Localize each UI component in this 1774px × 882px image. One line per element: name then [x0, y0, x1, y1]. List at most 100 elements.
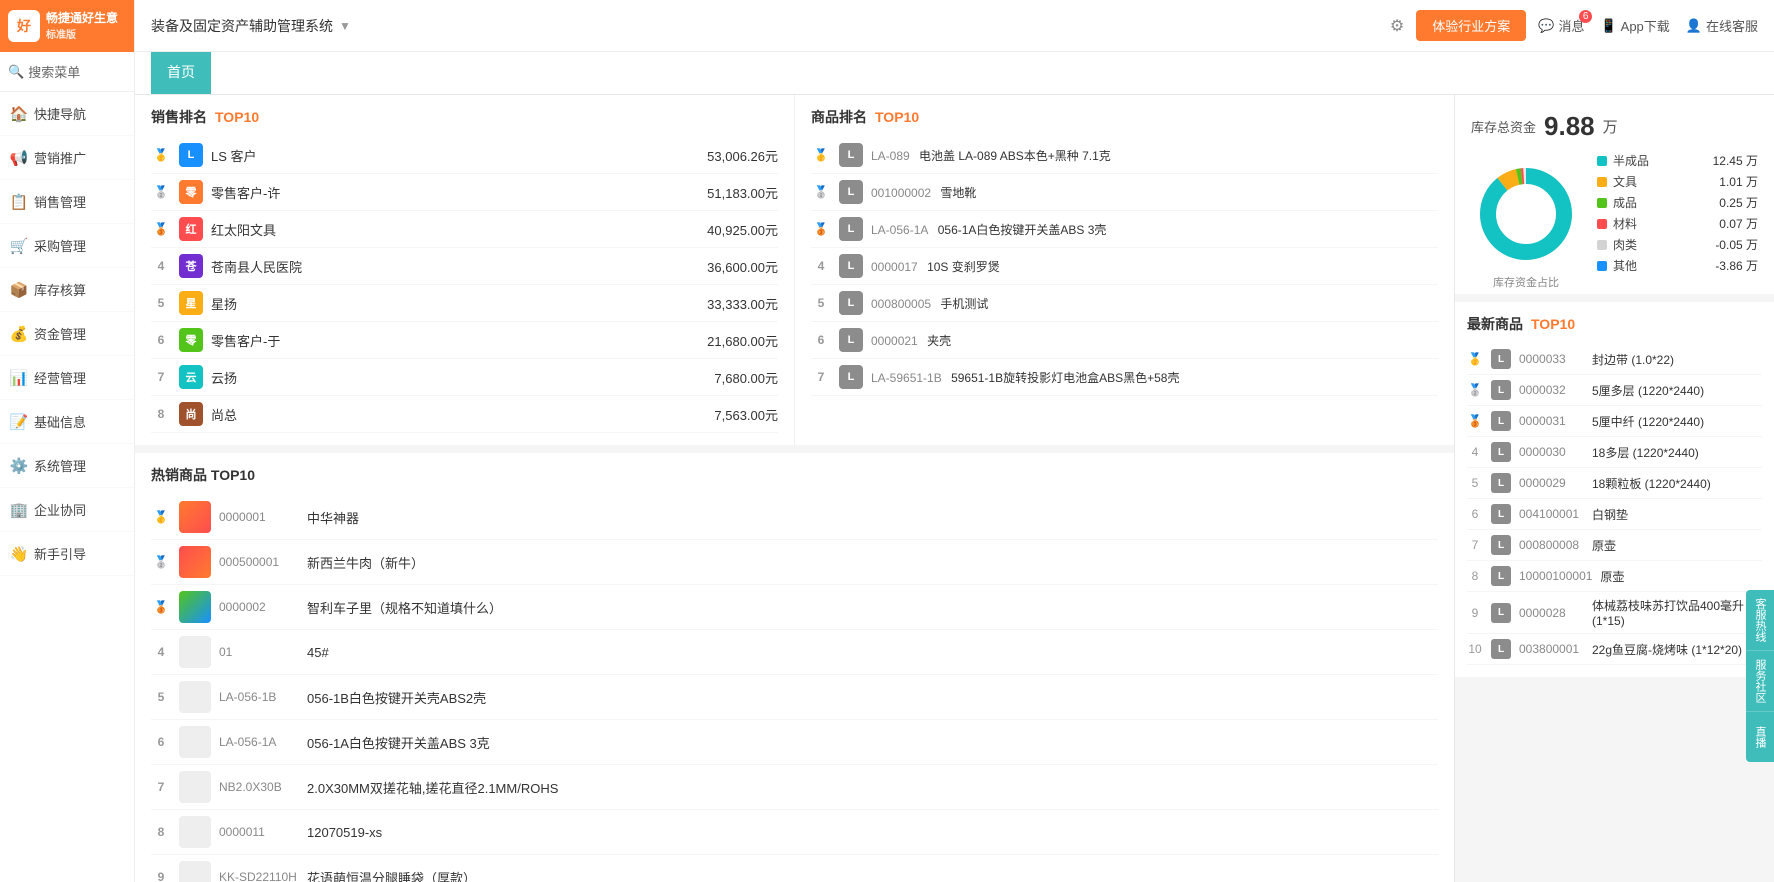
- product-thumbnail: [179, 861, 211, 882]
- content-area: 销售排名 TOP10 🥇 L LS 客户 53,006.26元 🥈 零 零售客户…: [135, 95, 1774, 882]
- inventory-card: 库存总资金 9.88 万: [1455, 95, 1774, 294]
- product-thumbnail: [179, 816, 211, 848]
- legend-item: 成品 0.25 万: [1597, 194, 1758, 211]
- product-rank-item: 5 L 000800005 手机测试: [811, 285, 1438, 322]
- product-rank-item: 7 L LA-59651-1B 59651-1B旋转投影灯电池盒ABS黑色+58…: [811, 359, 1438, 396]
- online-service-button[interactable]: 👤 在线客服: [1686, 16, 1758, 35]
- hot-product-item: 4 01 45#: [151, 630, 1438, 675]
- sidebar-item-basic[interactable]: 📝 基础信息: [0, 400, 134, 444]
- donut-chart: 库存资金占比: [1471, 159, 1581, 272]
- sidebar-item-marketing[interactable]: 📢 营销推广: [0, 136, 134, 180]
- new-product-item: 🥉 L 0000031 5厘中纤 (1220*2440): [1467, 406, 1762, 437]
- product-thumbnail: [179, 546, 211, 578]
- middle-section: 销售排名 TOP10 🥇 L LS 客户 53,006.26元 🥈 零 零售客户…: [135, 95, 1454, 882]
- product-rank-item: 🥉 L LA-056-1A 056-1A白色按键开关盖ABS 3壳: [811, 211, 1438, 248]
- rank-item: 4 苍 苍南县人民医院 36,600.00元: [151, 248, 778, 285]
- message-icon: 💬: [1538, 18, 1554, 34]
- system-name-label: 装备及固定资产辅助管理系统 ▼: [151, 16, 1378, 36]
- hot-product-item: 🥉 0000002 智利车子里（规格不知道填什么）: [151, 585, 1438, 630]
- settings-icon[interactable]: ⚙: [1390, 16, 1404, 36]
- hot-product-item: 9 KK-SD22110H 花语萌恒温分腿睡袋（厚款）: [151, 855, 1438, 882]
- right-panel: 库存总资金 9.88 万: [1454, 95, 1774, 882]
- inventory-legend: 半成品 12.45 万 文具 1.01 万 成品 0.25 万: [1597, 152, 1758, 278]
- message-badge: 6: [1579, 10, 1593, 23]
- chart-label: 库存资金占比: [1493, 274, 1559, 290]
- rank-item: 5 星 星扬 33,333.00元: [151, 285, 778, 322]
- new-product-item: 5 L 0000029 18颗粒板 (1220*2440): [1467, 468, 1762, 499]
- finance-icon: 💰: [10, 325, 28, 343]
- topbar: 装备及固定资产辅助管理系统 ▼ ⚙ 体验行业方案 💬 消息 6 📱 App下载 …: [135, 0, 1774, 52]
- product-rank-item: 🥇 L LA-089 电池盖 LA-089 ABS本色+黑种 7.1克: [811, 137, 1438, 174]
- sidebar-item-sales[interactable]: 📋 销售管理: [0, 180, 134, 224]
- hot-product-item: 6 LA-056-1A 056-1A白色按键开关盖ABS 3克: [151, 720, 1438, 765]
- donut-chart-section: 库存资金占比 半成品 12.45 万 文具 1.01 万: [1471, 152, 1758, 278]
- hot-product-item: 🥇 0000001 中华神器: [151, 495, 1438, 540]
- new-product-item: 🥇 L 0000033 封边带 (1.0*22): [1467, 344, 1762, 375]
- product-ranking-card: 商品排名 TOP10 🥇 L LA-089 电池盖 LA-089 ABS本色+黑…: [795, 95, 1454, 445]
- product-thumbnail: [179, 726, 211, 758]
- sidebar-item-operations[interactable]: 📊 经营管理: [0, 356, 134, 400]
- enterprise-icon: 🏢: [10, 501, 28, 519]
- marketing-icon: 📢: [10, 149, 28, 167]
- product-rank-item: 4 L 0000017 10S 变刹罗煲: [811, 248, 1438, 285]
- message-button[interactable]: 💬 消息 6: [1538, 16, 1584, 35]
- basic-icon: 📝: [10, 413, 28, 431]
- hot-product-item: 8 0000011 12070519-xs: [151, 810, 1438, 855]
- sidebar-item-quick-nav[interactable]: 🏠 快捷导航: [0, 92, 134, 136]
- float-community[interactable]: 服务社区: [1746, 651, 1774, 712]
- product-thumbnail: [179, 636, 211, 668]
- app-name: 畅捷通好生意: [46, 11, 118, 27]
- product-thumbnail: [179, 501, 211, 533]
- product-rank-item: 6 L 0000021 夹壳: [811, 322, 1438, 359]
- legend-item: 其他 -3.86 万: [1597, 257, 1758, 274]
- hot-product-item: 🥈 000500001 新西兰牛肉（新牛）: [151, 540, 1438, 585]
- trial-button[interactable]: 体验行业方案: [1416, 10, 1526, 41]
- new-product-item: 7 L 000800008 原壶: [1467, 530, 1762, 561]
- new-product-item: 10 L 003800001 22g鱼豆腐-烧烤味 (1*12*20): [1467, 634, 1762, 665]
- rank-item: 8 尚 尚总 7,563.00元: [151, 396, 778, 433]
- mobile-icon: 📱: [1600, 18, 1616, 34]
- legend-item: 半成品 12.45 万: [1597, 152, 1758, 169]
- product-thumbnail: [179, 771, 211, 803]
- service-icon: 👤: [1686, 18, 1702, 34]
- legend-item: 肉类 -0.05 万: [1597, 236, 1758, 253]
- new-product-item: 9 L 0000028 体械荔枝味苏打饮品400毫升 (1*15): [1467, 592, 1762, 634]
- guide-icon: 👋: [10, 545, 28, 563]
- sidebar: 好 畅捷通好生意 标准版 🔍 搜索菜单 🏠 快捷导航 📢 营销推广 📋 销售管理…: [0, 0, 135, 882]
- sidebar-item-enterprise[interactable]: 🏢 企业协同: [0, 488, 134, 532]
- sidebar-item-finance[interactable]: 💰 资金管理: [0, 312, 134, 356]
- purchase-icon: 🛒: [10, 237, 28, 255]
- system-icon: ⚙️: [10, 457, 28, 475]
- rank-item: 6 零 零售客户-于 21,680.00元: [151, 322, 778, 359]
- product-thumbnail: [179, 681, 211, 713]
- chevron-down-icon: ▼: [339, 19, 351, 33]
- legend-item: 文具 1.01 万: [1597, 173, 1758, 190]
- search-menu[interactable]: 🔍 搜索菜单: [0, 52, 134, 92]
- hot-products-title: 热销商品 TOP10: [151, 465, 1438, 485]
- legend-item: 材料 0.07 万: [1597, 215, 1758, 232]
- float-live[interactable]: 直播: [1746, 712, 1774, 762]
- new-products-card: 最新商品 TOP10 🥇 L 0000033 封边带 (1.0*22) 🥈 L …: [1455, 302, 1774, 677]
- sales-ranking-card: 销售排名 TOP10 🥇 L LS 客户 53,006.26元 🥈 零 零售客户…: [135, 95, 795, 445]
- product-thumbnail: [179, 591, 211, 623]
- operations-icon: 📊: [10, 369, 28, 387]
- main-area: 装备及固定资产辅助管理系统 ▼ ⚙ 体验行业方案 💬 消息 6 📱 App下载 …: [135, 0, 1774, 882]
- sidebar-item-guide[interactable]: 👋 新手引导: [0, 532, 134, 576]
- product-rank-item: 🥈 L 001000002 雪地靴: [811, 174, 1438, 211]
- float-customer-service[interactable]: 客服热线: [1746, 590, 1774, 651]
- float-buttons: 客服热线 服务社区 直播: [1746, 590, 1774, 762]
- sidebar-item-purchase[interactable]: 🛒 采购管理: [0, 224, 134, 268]
- sidebar-logo: 好 畅捷通好生意 标准版: [0, 0, 134, 52]
- search-icon: 🔍: [8, 64, 24, 80]
- home-icon: 🏠: [10, 105, 28, 123]
- logo-icon: 好: [8, 10, 40, 42]
- rank-item: 🥉 红 红太阳文具 40,925.00元: [151, 211, 778, 248]
- app-version: 标准版: [46, 26, 118, 41]
- hot-products-card: 热销商品 TOP10 🥇 0000001 中华神器 🥈 000500001 新西…: [135, 453, 1454, 882]
- sidebar-item-inventory[interactable]: 📦 库存核算: [0, 268, 134, 312]
- tab-home[interactable]: 首页: [151, 52, 211, 94]
- sidebar-item-system[interactable]: ⚙️ 系统管理: [0, 444, 134, 488]
- product-ranking-title: 商品排名 TOP10: [811, 107, 1438, 127]
- app-download-button[interactable]: 📱 App下载: [1600, 16, 1669, 35]
- rank-item: 7 云 云扬 7,680.00元: [151, 359, 778, 396]
